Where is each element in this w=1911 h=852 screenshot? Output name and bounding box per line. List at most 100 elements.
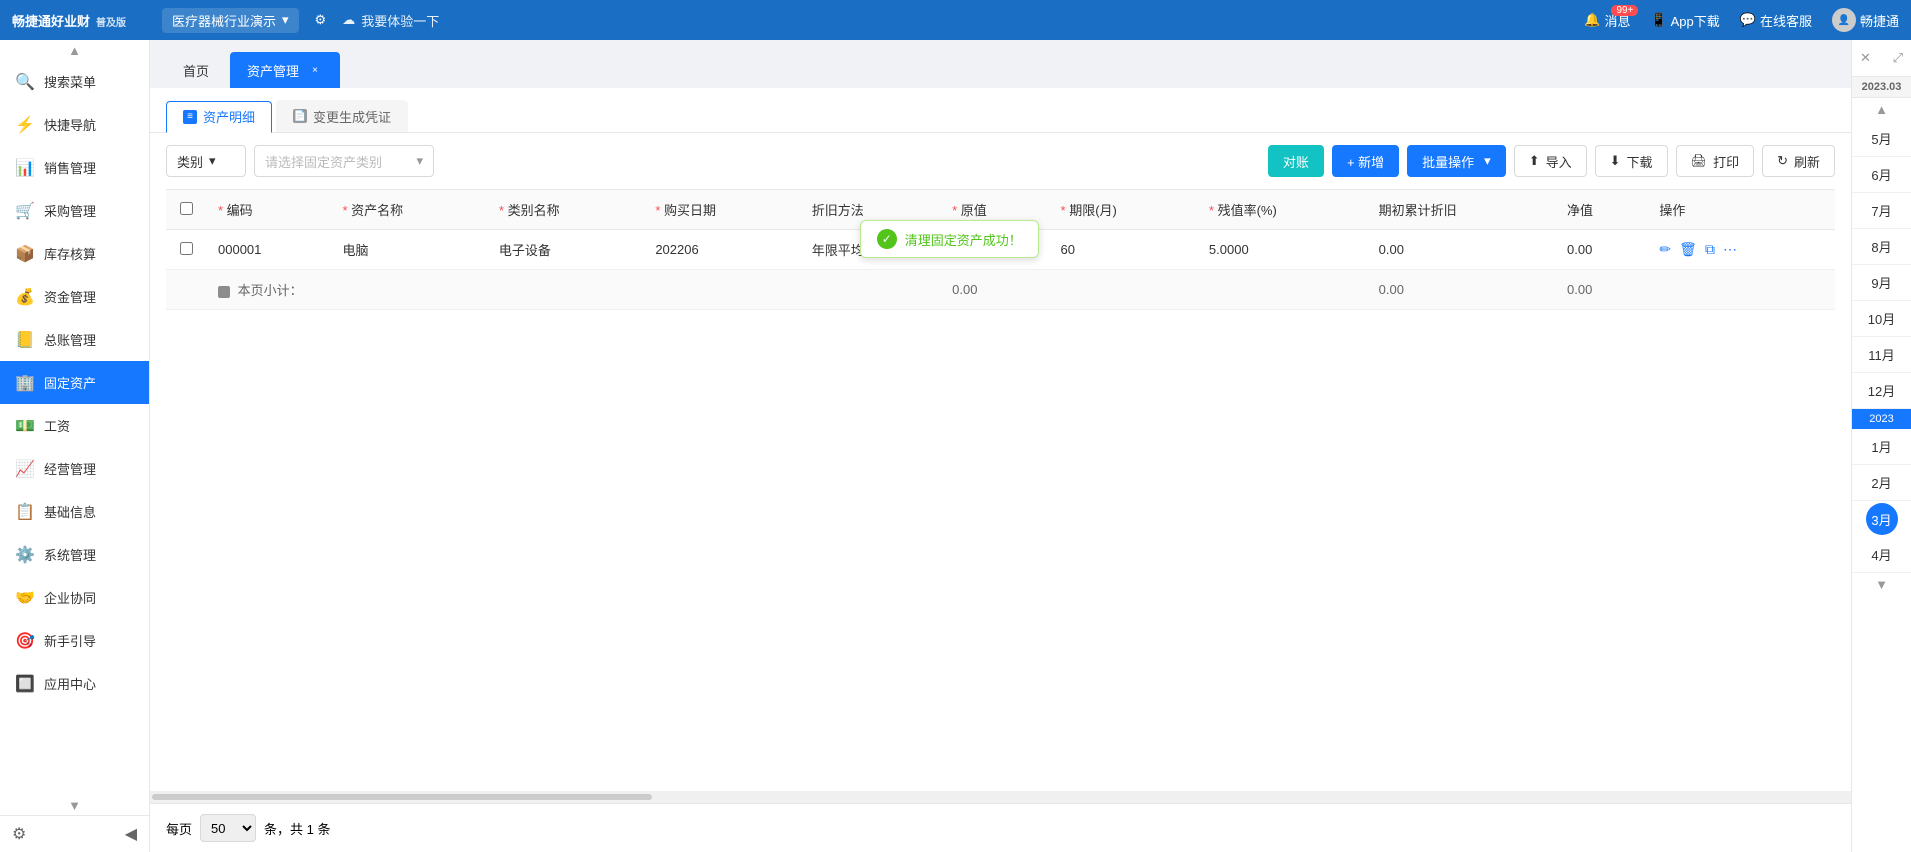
tab-close-icon[interactable]: × [307, 63, 323, 79]
tab-home[interactable]: 首页 [166, 52, 226, 88]
sidebar-item-payroll[interactable]: 💵 工资 [0, 404, 149, 447]
calendar-month-10[interactable]: 10月 [1852, 301, 1911, 337]
sidebar-item-purchase[interactable]: 🛒 采购管理 [0, 189, 149, 232]
success-toast: ✓ 清理固定资产成功！ [860, 220, 1039, 258]
sidebar-label-base-info: 基础信息 [44, 502, 96, 521]
row-checkbox[interactable] [180, 242, 193, 255]
sidebar-item-base-info[interactable]: 📋 基础信息 [0, 490, 149, 533]
sidebar-label-enterprise: 企业协同 [44, 588, 96, 607]
th-code: 编码 [206, 190, 330, 230]
calendar-month-4[interactable]: 4月 [1852, 537, 1911, 573]
table-row: 000001 电脑 电子设备 202206 年限平均 ✓ 清理固定资产成功！ [166, 230, 1835, 270]
sidebar-item-system[interactable]: ⚙️ 系统管理 [0, 533, 149, 576]
calendar-close-icon[interactable]: ✕ [1856, 46, 1875, 70]
sidebar-label-funds: 资金管理 [44, 287, 96, 306]
th-residual-rate: 残值率(%) [1197, 190, 1367, 230]
notifications-button[interactable]: 🔔 消息 99+ [1584, 11, 1630, 30]
toolbar: 类别 ▾ 请选择固定资产类别 ▾ 对账 + 新增 [150, 133, 1851, 189]
sidebar-label-purchase: 采购管理 [44, 201, 96, 220]
quick-nav-icon: ⚡ [16, 116, 34, 134]
batch-button[interactable]: 批量操作 ▾ [1407, 145, 1506, 177]
top-bar: 畅捷通好业财 普及版 医疗器械行业演示 ▾ ⚙ ☁ 我要体验一下 🔔 消息 99… [0, 0, 1911, 40]
select-all-checkbox[interactable] [180, 202, 193, 215]
th-period: 期限(月) [1049, 190, 1197, 230]
system-icon: ⚙️ [16, 546, 34, 564]
row-net-value: 0.00 [1555, 230, 1647, 270]
company-selector[interactable]: 医疗器械行业演示 ▾ [162, 8, 299, 33]
online-service-button[interactable]: 💬 在线客服 [1740, 11, 1812, 30]
import-button[interactable]: ⬆ 导入 [1514, 145, 1587, 177]
calendar-month-9[interactable]: 9月 [1852, 265, 1911, 301]
table-container: 编码 资产名称 类别名称 购买日期 折旧方法 原值 期限(月) 残值率(%) 期… [150, 189, 1851, 791]
calendar-month-3-active[interactable]: 3月 [1866, 503, 1898, 535]
total-label: 条，共 1 条 [264, 819, 330, 838]
calendar-year-2023: 2023 [1852, 409, 1911, 429]
calendar-month-6[interactable]: 6月 [1852, 157, 1911, 193]
scrollbar-thumb[interactable] [152, 794, 652, 800]
app-name: 畅捷通好业财 [12, 11, 90, 30]
sidebar-item-enterprise[interactable]: 🤝 企业协同 [0, 576, 149, 619]
sidebar-settings-icon[interactable]: ⚙ [12, 824, 26, 844]
print-button[interactable]: 🖨 打印 [1676, 145, 1755, 177]
delete-icon[interactable]: 🗑 [1679, 241, 1697, 258]
subtotal-label-cell: 本页小计： [206, 270, 940, 310]
sidebar-label-inventory: 库存核算 [44, 244, 96, 263]
service-icon: 💬 [1740, 12, 1756, 28]
calendar-month-7[interactable]: 7月 [1852, 193, 1911, 229]
sidebar-item-operations[interactable]: 📈 经营管理 [0, 447, 149, 490]
toolbar-right: 对账 + 新增 批量操作 ▾ ⬆ 导入 ⬇ 下载 [1268, 145, 1835, 177]
pagination: 每页 50 10 20 100 条，共 1 条 [150, 803, 1851, 852]
calendar-expand-icon[interactable]: ⤢ [1889, 46, 1907, 70]
reconcile-button[interactable]: 对账 [1268, 145, 1324, 177]
app-download-button[interactable]: 📱 App下载 [1650, 11, 1719, 30]
category-filter-select[interactable]: 类别 ▾ [166, 145, 246, 177]
sub-tab-change-voucher[interactable]: 📄 变更生成凭证 [276, 100, 408, 132]
sidebar-scroll-down[interactable]: ▼ [0, 795, 149, 815]
per-page-select[interactable]: 50 10 20 100 [200, 814, 256, 842]
sidebar-scroll-up[interactable]: ▲ [0, 40, 149, 60]
category-filter-input[interactable]: 请选择固定资产类别 ▾ [254, 145, 434, 177]
calendar-month-2[interactable]: 2月 [1852, 465, 1911, 501]
sidebar-item-quick-nav[interactable]: ⚡ 快捷导航 [0, 103, 149, 146]
horizontal-scrollbar[interactable] [150, 791, 1851, 803]
more-icon[interactable]: ⋯ [1723, 241, 1737, 258]
category-filter-placeholder: 请选择固定资产类别 [265, 152, 382, 171]
company-dropdown-icon: ▾ [282, 12, 289, 28]
sidebar-item-fixed-assets[interactable]: 🏢 固定资产 [0, 361, 149, 404]
sidebar-item-search[interactable]: 🔍 搜索菜单 [0, 60, 149, 103]
row-name: 电脑 [330, 230, 486, 270]
sidebar-collapse-icon[interactable]: ◀ [125, 824, 137, 844]
download-button[interactable]: ⬇ 下载 [1595, 145, 1668, 177]
calendar-month-5[interactable]: 5月 [1852, 121, 1911, 157]
new-button[interactable]: + 新增 [1332, 145, 1399, 177]
user-menu[interactable]: 👤 畅捷通 [1832, 8, 1899, 32]
settings-icon[interactable]: ⚙ [315, 12, 327, 28]
new-label: + 新增 [1347, 152, 1384, 171]
sidebar-item-sales[interactable]: 📊 销售管理 [0, 146, 149, 189]
sidebar-item-inventory[interactable]: 📦 库存核算 [0, 232, 149, 275]
subtotal-net-value: 0.00 [1555, 270, 1647, 310]
copy-icon[interactable]: ⧉ [1705, 241, 1715, 258]
tab-asset-mgmt[interactable]: 资产管理 × [230, 52, 340, 88]
experience-button[interactable]: ☁ 我要体验一下 [342, 11, 439, 30]
calendar-month-12[interactable]: 12月 [1852, 373, 1911, 409]
refresh-button[interactable]: ↻ 刷新 [1762, 145, 1835, 177]
enterprise-icon: 🤝 [16, 589, 34, 607]
subtotal-label: 本页小计： [238, 283, 303, 298]
row-period: 60 [1049, 230, 1197, 270]
sidebar-item-ledger[interactable]: 📒 总账管理 [0, 318, 149, 361]
calendar-month-1[interactable]: 1月 [1852, 429, 1911, 465]
calendar-header: ✕ ⤢ [1852, 40, 1911, 77]
subtotal-initial-accum-dep: 0.00 [1367, 270, 1555, 310]
sidebar-item-guide[interactable]: 🎯 新手引导 [0, 619, 149, 662]
sidebar-label-operations: 经营管理 [44, 459, 96, 478]
funds-icon: 💰 [16, 288, 34, 306]
sidebar-item-funds[interactable]: 💰 资金管理 [0, 275, 149, 318]
calendar-month-8[interactable]: 8月 [1852, 229, 1911, 265]
sub-tab-asset-detail[interactable]: ≡ 资产明细 [166, 101, 272, 133]
calendar-nav-down[interactable]: ▼ [1852, 573, 1911, 596]
calendar-nav-up[interactable]: ▲ [1852, 98, 1911, 121]
sidebar-item-app-center[interactable]: 🔲 应用中心 [0, 662, 149, 705]
calendar-month-11[interactable]: 11月 [1852, 337, 1911, 373]
edit-icon[interactable]: ✏ [1659, 241, 1671, 258]
